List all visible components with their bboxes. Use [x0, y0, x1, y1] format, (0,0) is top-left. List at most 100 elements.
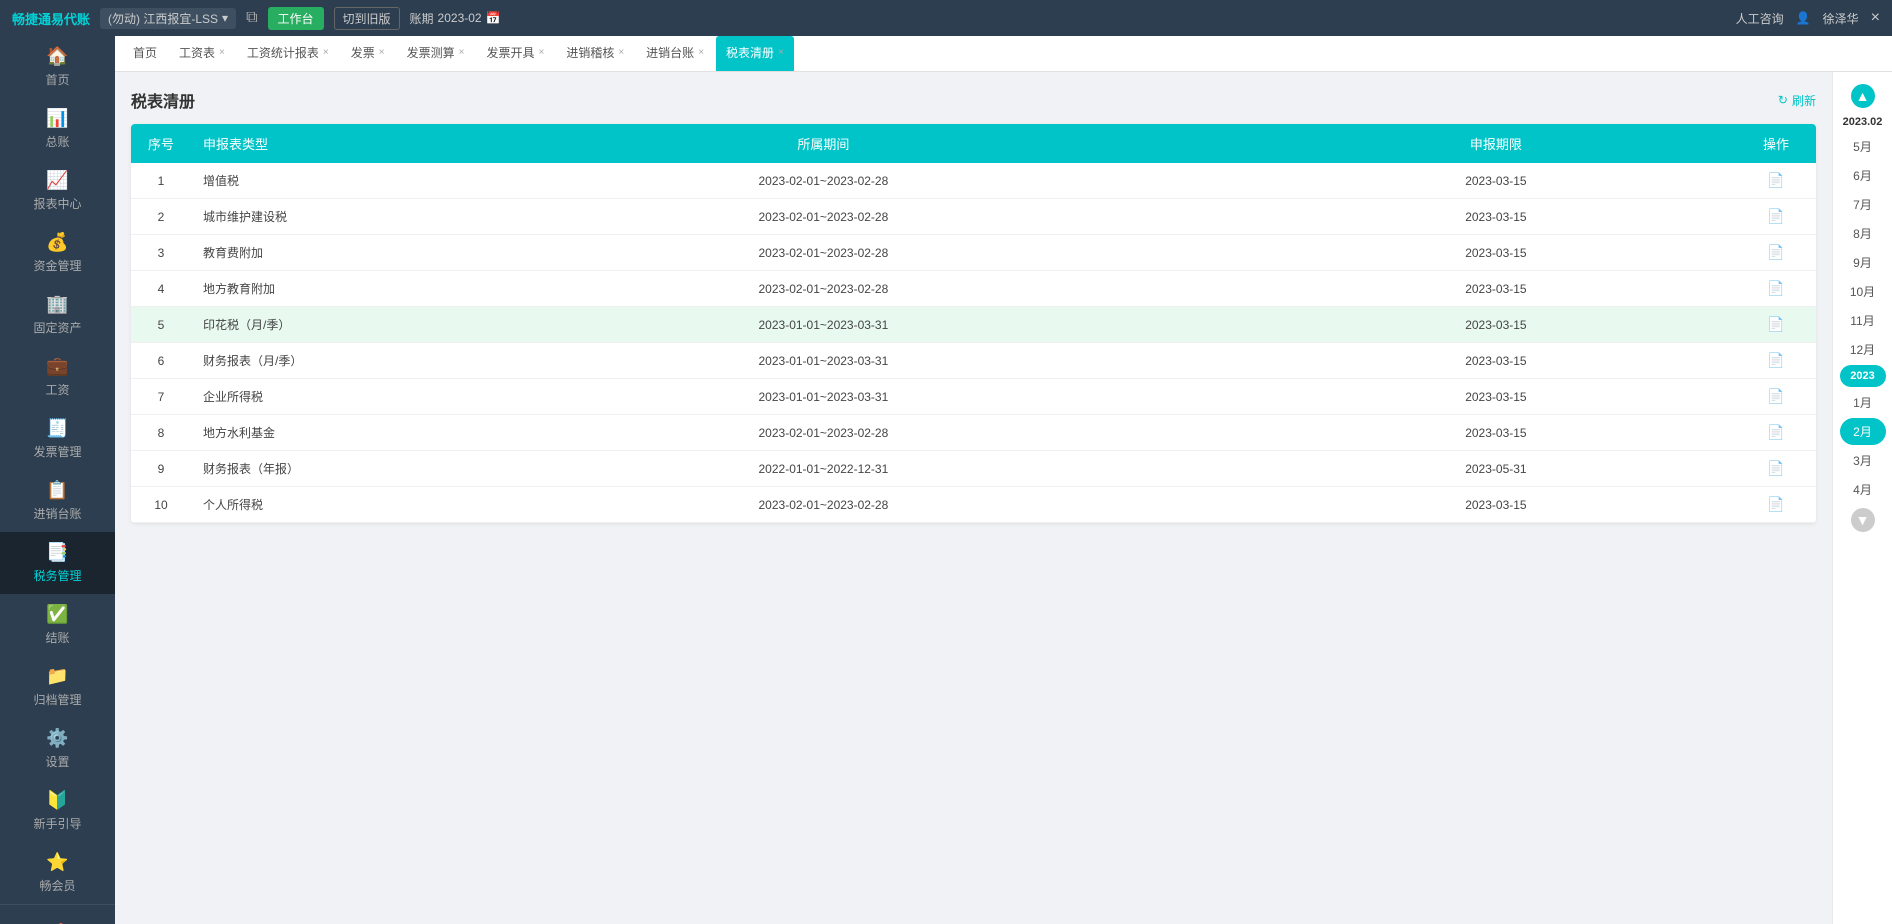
cancel-pin-button[interactable]: 📌 取消固定: [0, 913, 115, 924]
tab-home[interactable]: 首页: [123, 36, 167, 71]
cell-period: 2023-02-01~2023-02-28: [391, 415, 1256, 451]
cell-period: 2023-02-01~2023-02-28: [391, 199, 1256, 235]
company-selector[interactable]: (勿动) 江西报宜-LSS ▾: [100, 8, 236, 29]
table-row: 7 企业所得税 2023-01-01~2023-03-31 2023-03-15…: [131, 379, 1816, 415]
action-icon[interactable]: 📄: [1767, 172, 1784, 188]
year-next-button[interactable]: ▼: [1851, 508, 1875, 532]
sidebar-item-reconcile[interactable]: 📋 进销台账: [0, 470, 115, 532]
cell-action: 📄: [1736, 487, 1816, 523]
tax-icon: 📑: [46, 542, 68, 563]
sidebar-item-label: 总账: [45, 133, 69, 150]
ai-consult-button[interactable]: 人工咨询: [1736, 10, 1784, 27]
tab-close-icon[interactable]: ×: [618, 47, 624, 58]
cell-no: 5: [131, 307, 191, 343]
cell-deadline: 2023-03-15: [1256, 307, 1736, 343]
action-icon[interactable]: 📄: [1767, 352, 1784, 368]
user-name[interactable]: 徐泽华: [1823, 10, 1859, 27]
action-icon[interactable]: 📄: [1767, 316, 1784, 332]
month-8[interactable]: 8月: [1840, 220, 1886, 247]
action-icon[interactable]: 📄: [1767, 244, 1784, 260]
cell-action: 📄: [1736, 343, 1816, 379]
period-display: 账期 2023-02 📅: [410, 10, 501, 27]
calendar-icon[interactable]: 📅: [486, 11, 501, 25]
tab-label: 进销稽核: [566, 44, 614, 61]
tab-invoice[interactable]: 发票 ×: [341, 36, 395, 71]
tab-close-icon[interactable]: ×: [778, 47, 784, 58]
switch-old-button[interactable]: 切到旧版: [334, 7, 400, 30]
cell-deadline: 2023-03-15: [1256, 199, 1736, 235]
tab-close-icon[interactable]: ×: [698, 47, 704, 58]
right-panel-header: 2023.02: [1841, 112, 1885, 132]
month-12[interactable]: 12月: [1840, 336, 1886, 363]
year-prev-button[interactable]: ▲: [1851, 84, 1875, 108]
month-5[interactable]: 5月: [1840, 133, 1886, 160]
month-10[interactable]: 10月: [1840, 278, 1886, 305]
month-6[interactable]: 6月: [1840, 162, 1886, 189]
action-icon[interactable]: 📄: [1767, 388, 1784, 404]
tab-label: 发票: [351, 44, 375, 61]
action-icon[interactable]: 📄: [1767, 496, 1784, 512]
tab-close-icon[interactable]: ×: [219, 47, 225, 58]
table-row: 2 城市维护建设税 2023-02-01~2023-02-28 2023-03-…: [131, 199, 1816, 235]
cell-no: 2: [131, 199, 191, 235]
action-icon[interactable]: 📄: [1767, 460, 1784, 476]
sidebar-item-label: 资金管理: [33, 257, 81, 274]
sidebar-item-settle[interactable]: ✅ 结账: [0, 594, 115, 656]
tab-label: 进销台账: [646, 44, 694, 61]
sidebar-item-capital[interactable]: 💰 资金管理: [0, 222, 115, 284]
table-row: 8 地方水利基金 2023-02-01~2023-02-28 2023-03-1…: [131, 415, 1816, 451]
sidebar-item-assets[interactable]: 🏢 固定资产: [0, 284, 115, 346]
copy-icon[interactable]: ⧉: [246, 9, 257, 27]
cell-no: 3: [131, 235, 191, 271]
month-11[interactable]: 11月: [1840, 307, 1886, 334]
sidebar-item-tax[interactable]: 📑 税务管理: [0, 532, 115, 594]
tab-salary-report[interactable]: 工资统计报表 ×: [237, 36, 339, 71]
action-icon[interactable]: 📄: [1767, 424, 1784, 440]
month-3[interactable]: 3月: [1840, 447, 1886, 474]
tab-close-icon[interactable]: ×: [459, 47, 465, 58]
tab-close-icon[interactable]: ×: [379, 47, 385, 58]
month-2-active[interactable]: 2月: [1840, 418, 1886, 445]
close-button[interactable]: ×: [1871, 9, 1880, 27]
tab-reconcile-ledger[interactable]: 进销台账 ×: [636, 36, 714, 71]
cell-deadline: 2023-03-15: [1256, 343, 1736, 379]
cell-period: 2023-02-01~2023-02-28: [391, 235, 1256, 271]
month-9[interactable]: 9月: [1840, 249, 1886, 276]
action-icon[interactable]: 📄: [1767, 208, 1784, 224]
sidebar-item-label: 结账: [45, 629, 69, 646]
month-7[interactable]: 7月: [1840, 191, 1886, 218]
table-row: 3 教育费附加 2023-02-01~2023-02-28 2023-03-15…: [131, 235, 1816, 271]
tab-invoice-calc[interactable]: 发票测算 ×: [397, 36, 475, 71]
sidebar-item-invoice[interactable]: 🧾 发票管理: [0, 408, 115, 470]
sidebar-item-home[interactable]: 🏠 首页: [0, 36, 115, 98]
sidebar-item-archive[interactable]: 📁 归档管理: [0, 656, 115, 718]
sidebar-item-report[interactable]: 📈 报表中心: [0, 160, 115, 222]
home-icon: 🏠: [46, 46, 68, 67]
month-4[interactable]: 4月: [1840, 476, 1886, 503]
settings-icon: ⚙️: [46, 728, 68, 749]
refresh-button[interactable]: ↻ 刷新: [1778, 92, 1816, 109]
sidebar-item-guide[interactable]: 🔰 新手引导: [0, 780, 115, 842]
cell-type: 财务报表（月/季）: [191, 343, 391, 379]
workspace-button[interactable]: 工作台: [268, 7, 324, 30]
tab-invoice-open[interactable]: 发票开具 ×: [476, 36, 554, 71]
action-icon[interactable]: 📄: [1767, 280, 1784, 296]
cell-type: 印花税（月/季）: [191, 307, 391, 343]
tab-salary[interactable]: 工资表 ×: [169, 36, 235, 71]
col-type: 申报表类型: [191, 124, 391, 163]
tab-label: 首页: [133, 44, 157, 61]
company-dropdown-icon[interactable]: ▾: [222, 11, 228, 25]
sidebar-item-settings[interactable]: ⚙️ 设置: [0, 718, 115, 780]
tab-reconcile-check[interactable]: 进销稽核 ×: [556, 36, 634, 71]
month-1[interactable]: 1月: [1840, 389, 1886, 416]
tab-close-icon[interactable]: ×: [323, 47, 329, 58]
cell-period: 2023-01-01~2023-03-31: [391, 343, 1256, 379]
sidebar-item-label: 固定资产: [33, 319, 81, 336]
tab-tax-list[interactable]: 税表清册 ×: [716, 36, 794, 71]
sidebar-item-salary[interactable]: 💼 工资: [0, 346, 115, 408]
sidebar-item-member[interactable]: ⭐ 畅会员: [0, 842, 115, 904]
refresh-label: 刷新: [1792, 92, 1816, 109]
sidebar-item-ledger[interactable]: 📊 总账: [0, 98, 115, 160]
cell-no: 10: [131, 487, 191, 523]
tab-close-icon[interactable]: ×: [538, 47, 544, 58]
